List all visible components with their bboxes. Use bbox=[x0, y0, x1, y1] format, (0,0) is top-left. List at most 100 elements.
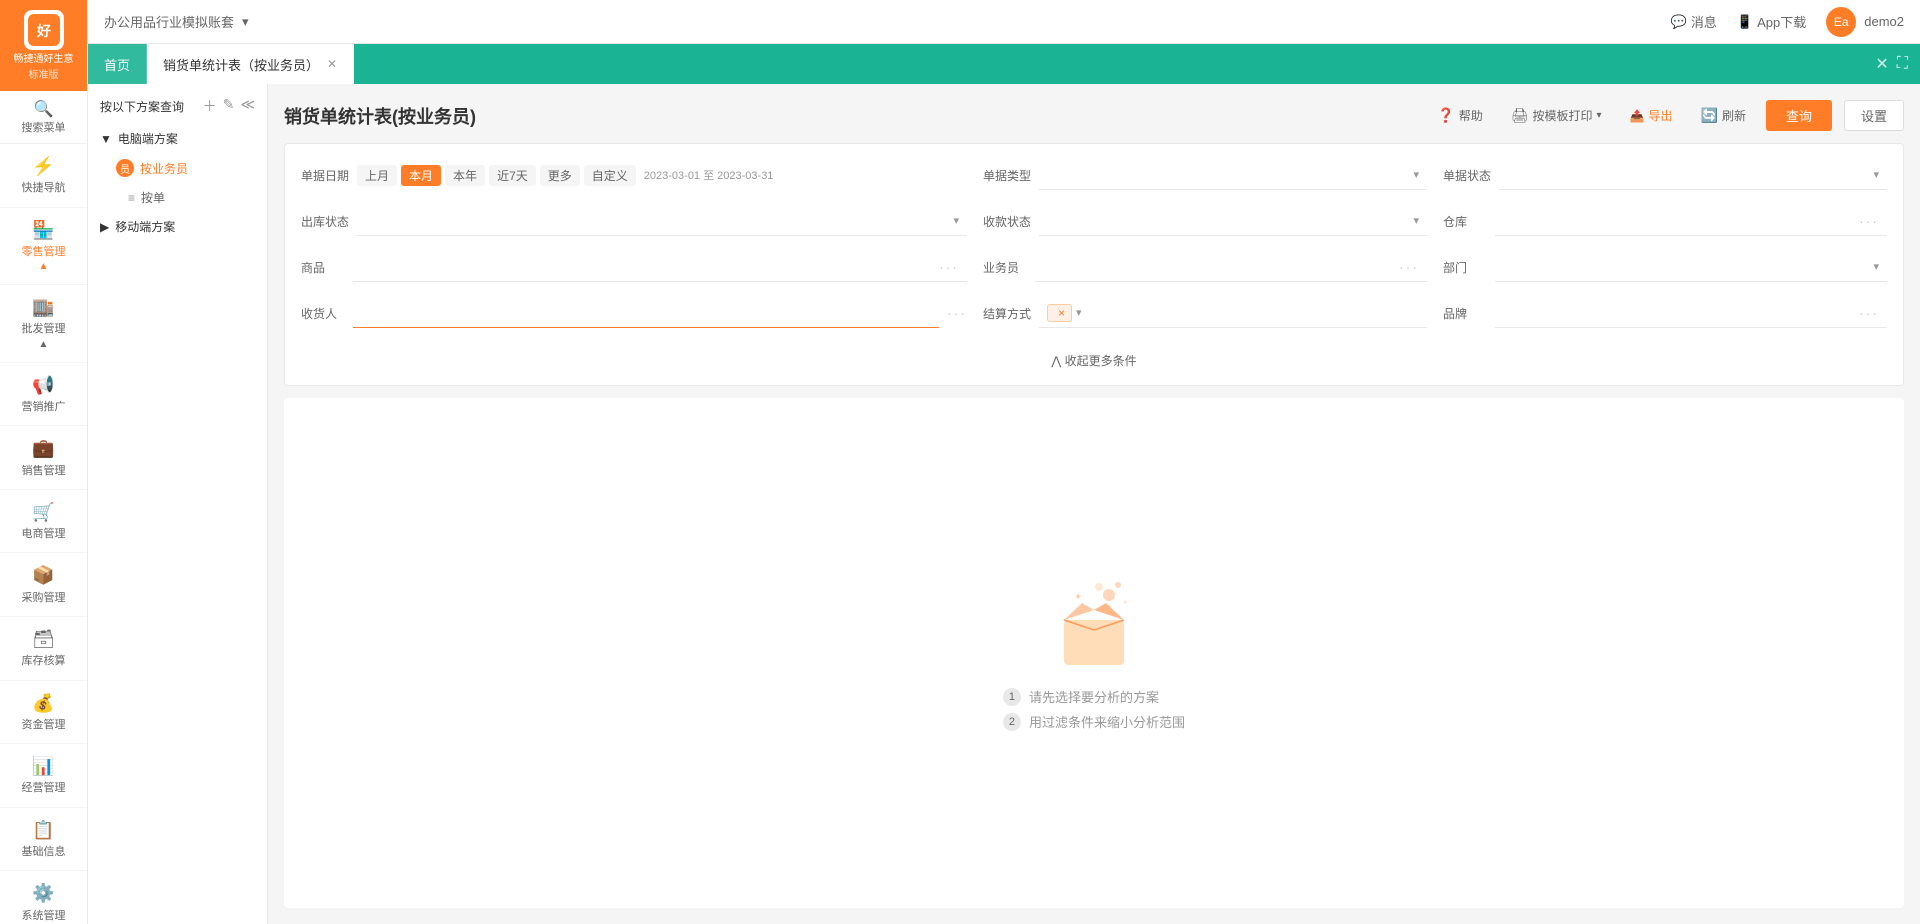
filter-salesman-field: 业务员 ··· bbox=[983, 252, 1427, 282]
message-button[interactable]: 💬 消息 bbox=[1671, 12, 1717, 31]
sidebar-item-finance[interactable]: 💰 资金管理 bbox=[0, 681, 87, 745]
date-btn-current-year[interactable]: 本年 bbox=[445, 165, 485, 186]
department-dropdown-icon: ▾ bbox=[1873, 260, 1879, 273]
empty-icon-area: ✦ ✦ bbox=[1044, 575, 1144, 675]
date-btn-last-month[interactable]: 上月 bbox=[357, 165, 397, 186]
outbound-select[interactable]: ▾ bbox=[357, 206, 967, 236]
filter-warehouse-field: 仓库 ··· bbox=[1443, 206, 1887, 236]
payment-select[interactable]: ▾ bbox=[1039, 206, 1427, 236]
department-select[interactable]: ▾ bbox=[1495, 252, 1887, 282]
panel-collapse-icon[interactable]: ≪ bbox=[240, 96, 255, 116]
help-icon: ❓ bbox=[1437, 107, 1454, 124]
refresh-icon: 🔄 bbox=[1701, 107, 1718, 124]
print-dropdown-icon: ▾ bbox=[1597, 110, 1602, 121]
export-button[interactable]: 📤 导出 bbox=[1622, 103, 1681, 128]
filter-panel: 单据日期 上月 本月 本年 近7天 更多 自定义 2023-03-01 至 20… bbox=[284, 143, 1904, 386]
sidebar-item-purchase-label: 采购管理 bbox=[22, 591, 66, 606]
sidebar-item-ecommerce[interactable]: 🛒 电商管理 bbox=[0, 490, 87, 554]
empty-tip-1: 1 请先选择要分析的方案 bbox=[1003, 687, 1185, 706]
sidebar-item-basic[interactable]: 📋 基础信息 bbox=[0, 808, 87, 872]
breadcrumb-text: 办公用品行业模拟账套 bbox=[104, 12, 234, 31]
panel-edit-icon[interactable]: ✎ bbox=[223, 96, 235, 116]
scheme-item-by-salesman[interactable]: 员 按业务员 bbox=[88, 153, 267, 183]
mobile-group-header[interactable]: ▶ 移动端方案 bbox=[88, 212, 267, 241]
filter-date-field: 单据日期 上月 本月 本年 近7天 更多 自定义 2023-03-01 至 20… bbox=[301, 165, 967, 186]
tab-home[interactable]: 首页 bbox=[88, 44, 147, 84]
mobile-scheme-arrow: ▶ bbox=[100, 220, 109, 234]
sidebar-item-inventory[interactable]: 🗃 库存核算 bbox=[0, 617, 87, 681]
docstatus-select[interactable]: ▾ bbox=[1499, 160, 1887, 190]
brand-select[interactable]: ··· bbox=[1495, 298, 1887, 328]
export-label: 导出 bbox=[1649, 107, 1673, 124]
docstatus-dropdown-icon: ▾ bbox=[1873, 168, 1879, 181]
tab-maximize-button[interactable]: ⛶ bbox=[1897, 55, 1908, 73]
sidebar-item-purchase[interactable]: 📦 采购管理 bbox=[0, 553, 87, 617]
print-button[interactable]: 🖨 按模板打印 ▾ bbox=[1503, 103, 1610, 128]
collapse-bar[interactable]: ⋀ 收起更多条件 bbox=[301, 344, 1887, 369]
tab-close-icon[interactable]: ✕ bbox=[327, 57, 337, 71]
settlement-tag: × bbox=[1047, 304, 1072, 322]
app-download-label: App下载 bbox=[1757, 12, 1806, 31]
doctype-select[interactable]: ▾ bbox=[1039, 160, 1427, 190]
filter-row-1: 单据日期 上月 本月 本年 近7天 更多 自定义 2023-03-01 至 20… bbox=[301, 160, 1887, 190]
query-button[interactable]: 查询 bbox=[1766, 100, 1832, 131]
empty-illustration: ✦ ✦ bbox=[1044, 575, 1144, 675]
filter-row-3: 商品 ··· 业务员 ··· 部门 bbox=[301, 252, 1887, 282]
goods-ellipsis[interactable]: ··· bbox=[939, 259, 959, 275]
marketing-icon: 📢 bbox=[32, 373, 54, 398]
setting-button[interactable]: 设置 bbox=[1844, 100, 1904, 131]
date-btn-custom[interactable]: 自定义 bbox=[584, 165, 636, 186]
help-button[interactable]: ❓ 帮助 bbox=[1429, 103, 1490, 128]
refresh-button[interactable]: 🔄 刷新 bbox=[1693, 103, 1754, 128]
brand-ellipsis[interactable]: ··· bbox=[1859, 305, 1879, 321]
goods-select[interactable]: ··· bbox=[353, 252, 967, 282]
tab-sales-stat[interactable]: 销货单统计表（按业务员） ✕ bbox=[147, 44, 354, 84]
breadcrumb-dropdown-icon[interactable]: ▾ bbox=[242, 14, 249, 30]
sub-item-by-order[interactable]: ≡ 按单 bbox=[88, 183, 267, 212]
tab-close-all-button[interactable]: ✕ bbox=[1875, 54, 1888, 74]
retail-icon: 🏪 bbox=[32, 218, 54, 243]
message-icon: 💬 bbox=[1671, 14, 1687, 30]
filter-docstatus-field: 单据状态 ▾ bbox=[1443, 160, 1887, 190]
sidebar-search[interactable]: 🔍 搜索菜单 bbox=[0, 91, 87, 144]
settlement-tag-close[interactable]: × bbox=[1058, 306, 1065, 320]
salesman-ellipsis[interactable]: ··· bbox=[1399, 259, 1419, 275]
tab-home-label: 首页 bbox=[104, 55, 130, 74]
warehouse-ellipsis[interactable]: ··· bbox=[1859, 213, 1879, 229]
date-buttons: 上月 本月 本年 近7天 更多 自定义 bbox=[357, 165, 636, 186]
system-icon: ⚙️ bbox=[32, 881, 54, 906]
sidebar-item-finance-label: 资金管理 bbox=[22, 718, 66, 733]
filter-consignee-field: 收货人 ··· bbox=[301, 298, 967, 328]
scheme-group-desktop-header[interactable]: ▼ 电脑端方案 bbox=[88, 124, 267, 153]
salesman-select[interactable]: ··· bbox=[1035, 252, 1427, 282]
panel-add-icon[interactable]: ＋ bbox=[203, 96, 217, 116]
consignee-input[interactable] bbox=[353, 298, 939, 328]
sidebar-item-marketing[interactable]: 📢 营销推广 bbox=[0, 363, 87, 427]
settlement-select[interactable]: × ▾ bbox=[1039, 298, 1427, 328]
order-sub-icon: ≡ bbox=[128, 191, 135, 205]
sidebar-item-operations[interactable]: 📊 经营管理 bbox=[0, 744, 87, 808]
empty-content: ✦ ✦ 1 请先选择要分析的方案 2 用过滤条件来缩小分析范围 bbox=[1003, 575, 1185, 731]
sidebar-item-system-label: 系统管理 bbox=[22, 909, 66, 924]
date-btn-more[interactable]: 更多 bbox=[540, 165, 580, 186]
sidebar-item-system[interactable]: ⚙️ 系统管理 bbox=[0, 871, 87, 924]
tip-num-2: 2 bbox=[1003, 713, 1021, 731]
sidebar-item-retail[interactable]: 🏪 零售管理 ▲ bbox=[0, 208, 87, 286]
sidebar-item-quicknav[interactable]: ⚡ 快捷导航 bbox=[0, 144, 87, 208]
date-btn-current-month[interactable]: 本月 bbox=[401, 165, 441, 186]
salesman-label: 业务员 bbox=[983, 259, 1027, 276]
topbar-left: 办公用品行业模拟账套 ▾ bbox=[104, 12, 249, 31]
consignee-ellipsis[interactable]: ··· bbox=[947, 305, 967, 321]
user-area[interactable]: Ea demo2 bbox=[1826, 7, 1904, 37]
settlement-dropdown-icon: ▾ bbox=[1076, 306, 1082, 319]
app-download-button[interactable]: 📱 App下载 bbox=[1737, 12, 1806, 31]
user-avatar[interactable]: Ea bbox=[1826, 7, 1856, 37]
desktop-scheme-arrow: ▼ bbox=[100, 132, 112, 146]
docstatus-label: 单据状态 bbox=[1443, 167, 1491, 184]
warehouse-select[interactable]: ··· bbox=[1495, 206, 1887, 236]
sidebar-item-sales[interactable]: 💼 销售管理 bbox=[0, 426, 87, 490]
page-title: 销货单统计表(按业务员) bbox=[284, 103, 476, 129]
sidebar-item-wholesale[interactable]: 🏬 批发管理 ▲ bbox=[0, 285, 87, 363]
panel-header: 按以下方案查询 ＋ ✎ ≪ bbox=[88, 96, 267, 124]
date-btn-7days[interactable]: 近7天 bbox=[489, 165, 536, 186]
